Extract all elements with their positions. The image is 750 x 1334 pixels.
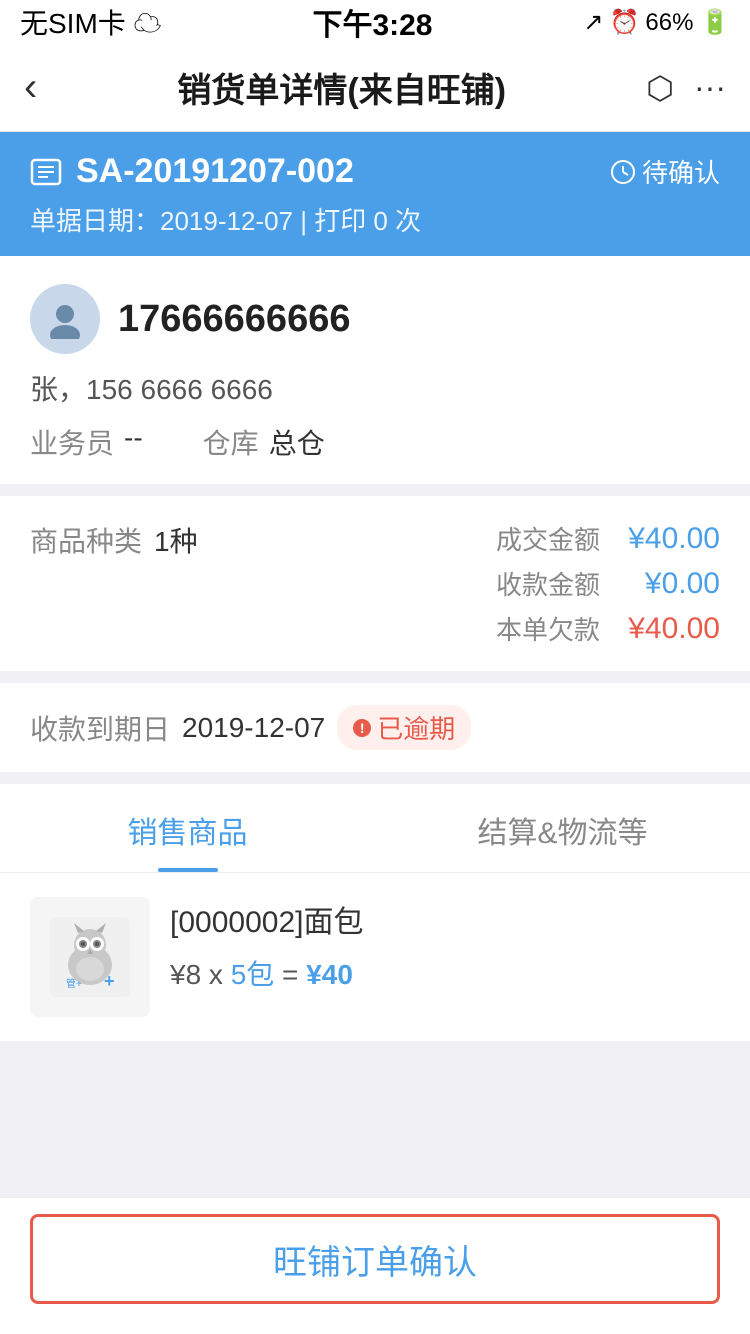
warehouse-meta: 仓库 总仓 — [203, 422, 325, 462]
order-header-banner: SA-20191207-002 待确认 单据日期：2019-12-07 | 打印… — [0, 132, 750, 256]
deal-amount-row: 成交金额 ¥40.00 — [496, 520, 720, 557]
product-info: [0000002]面包 ¥8 x 5包 = ¥40 — [170, 897, 720, 993]
product-name: [0000002]面包 — [170, 897, 720, 941]
product-image: + 管+ — [50, 917, 130, 997]
avatar — [30, 284, 100, 354]
battery-icon: 66% 🔋 — [645, 8, 730, 37]
status-bar: 无SIM卡 ☁ 下午3:28 ↗ ⏰ 66% 🔋 — [0, 0, 750, 44]
nav-actions: ⬡ ··· — [646, 69, 726, 107]
customer-section: 17666666666 张，156 6666 6666 业务员 -- 仓库 总仓 — [0, 256, 750, 484]
due-date-section: 收款到期日 2019-12-07 ! 已逾期 — [0, 683, 750, 772]
svg-text:管+: 管+ — [66, 977, 82, 990]
product-item: + 管+ [0000002]面包 ¥8 x 5包 = ¥40 — [30, 897, 720, 1017]
customer-name: 张，156 6666 6666 — [30, 368, 720, 408]
tab-settlement-logistics[interactable]: 结算&物流等 — [375, 784, 750, 872]
product-count: 商品种类 1种 — [30, 520, 198, 560]
status-time: 下午3:28 — [312, 0, 432, 44]
customer-meta: 业务员 -- 仓库 总仓 — [30, 422, 720, 462]
nav-bar: ‹ 销货单详情(来自旺铺) ⬡ ··· — [0, 44, 750, 132]
received-amount-row: 收款金额 ¥0.00 — [496, 565, 720, 602]
order-date: 单据日期：2019-12-07 | 打印 0 次 — [30, 201, 720, 238]
amounts-detail: 成交金额 ¥40.00 收款金额 ¥0.00 本单欠款 ¥40.00 — [496, 520, 720, 647]
tabs: 销售商品 结算&物流等 — [0, 784, 750, 873]
tab-section: 销售商品 结算&物流等 — [0, 784, 750, 1041]
svg-text:+: + — [104, 971, 115, 991]
bottom-bar: 旺铺订单确认 — [0, 1197, 750, 1334]
clock-icon — [610, 159, 636, 185]
sales-meta: 业务员 -- — [30, 422, 143, 462]
product-price: ¥8 x 5包 = ¥40 — [170, 953, 720, 993]
customer-phone: 17666666666 — [118, 298, 350, 341]
back-button[interactable]: ‹ — [24, 65, 37, 110]
due-amount-row: 本单欠款 ¥40.00 — [496, 610, 720, 647]
amount-section: 商品种类 1种 成交金额 ¥40.00 收款金额 ¥0.00 本单欠款 ¥40.… — [0, 496, 750, 671]
overdue-badge: ! 已逾期 — [337, 705, 471, 750]
share-icon[interactable]: ⬡ — [646, 69, 674, 107]
product-thumbnail: + 管+ — [30, 897, 150, 1017]
product-section: + 管+ [0000002]面包 ¥8 x 5包 = ¥40 — [0, 873, 750, 1041]
alarm-icon: ⏰ — [610, 8, 640, 37]
more-icon[interactable]: ··· — [694, 69, 726, 106]
order-doc-icon — [30, 158, 66, 186]
order-id: SA-20191207-002 — [30, 152, 354, 191]
order-status: 待确认 — [610, 153, 720, 190]
status-icons: ↗ ⏰ 66% 🔋 — [583, 8, 730, 37]
overdue-warning-icon: ! — [353, 719, 371, 737]
status-network: 无SIM卡 ☁ — [20, 2, 162, 42]
confirm-order-button[interactable]: 旺铺订单确认 — [30, 1214, 720, 1304]
page-title: 销货单详情(来自旺铺) — [177, 63, 506, 112]
tab-sales-products[interactable]: 销售商品 — [0, 784, 375, 872]
location-icon: ↗ — [583, 8, 603, 37]
